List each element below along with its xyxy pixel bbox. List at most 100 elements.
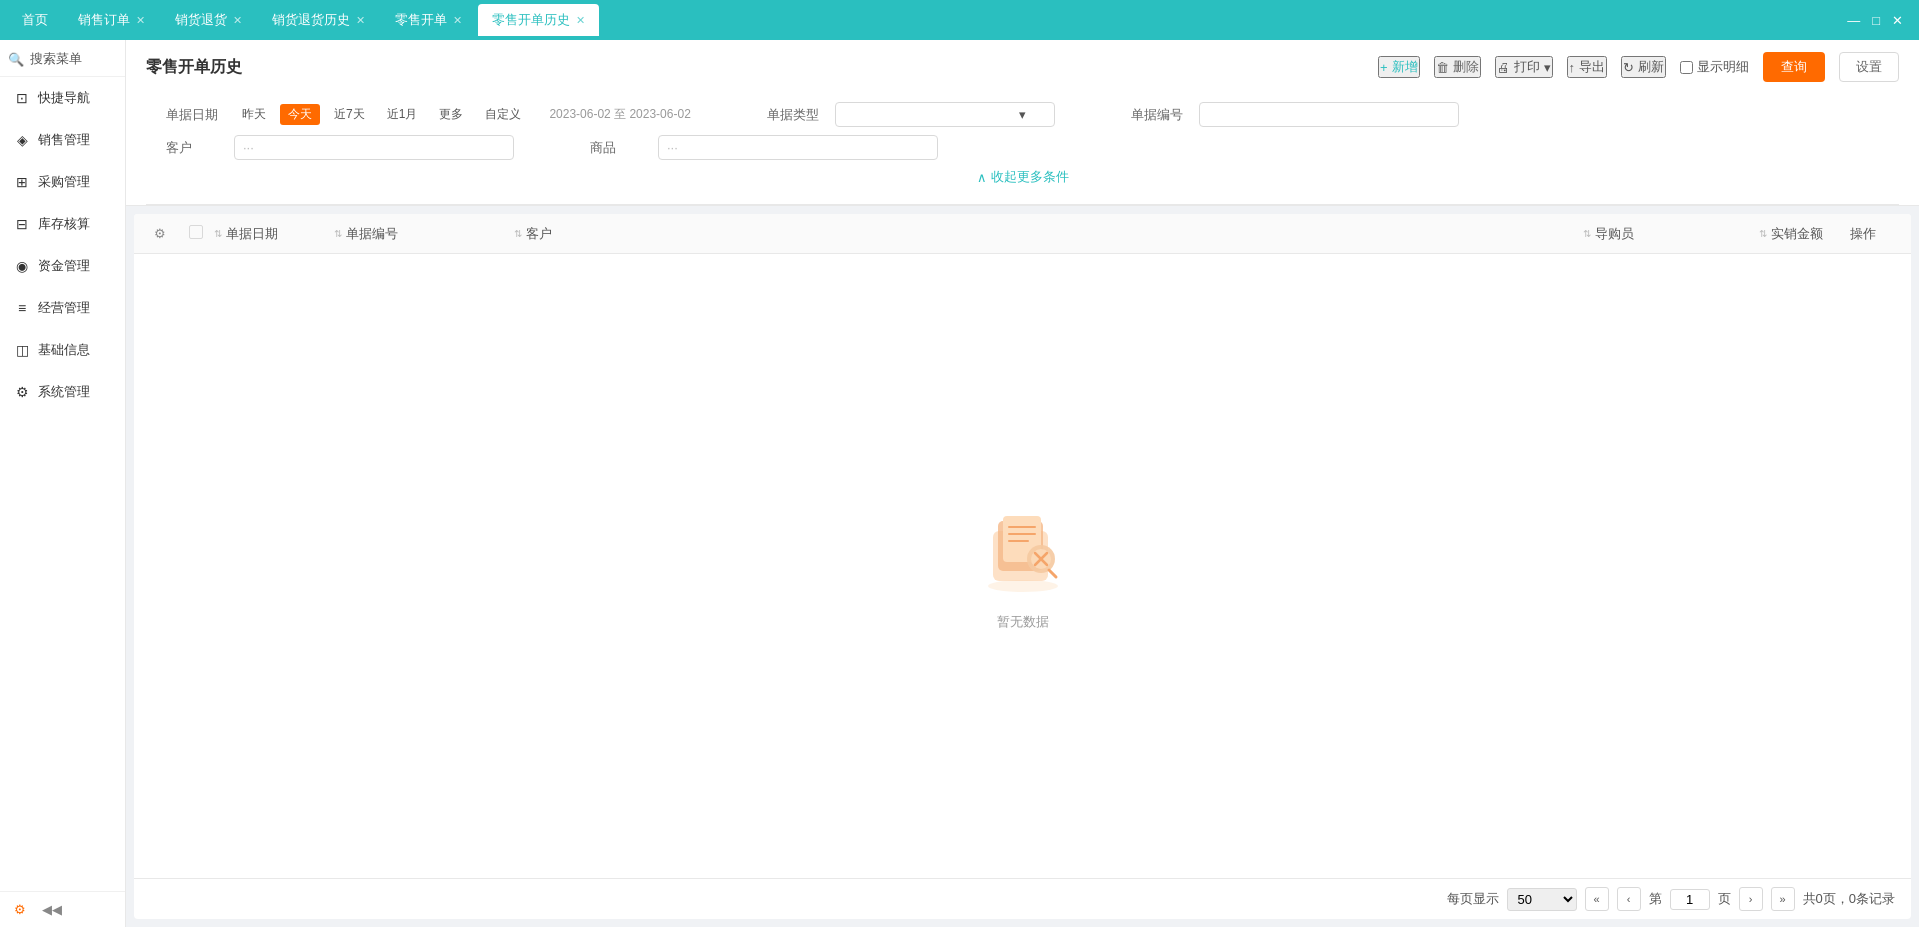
goods-label: 商品: [590, 139, 616, 157]
select-all-checkbox[interactable]: [189, 225, 203, 239]
refresh-button[interactable]: ↻ 刷新: [1621, 56, 1666, 78]
close-tab-return[interactable]: ✕: [233, 14, 242, 27]
collapse-sidebar-icon[interactable]: ◀◀: [42, 902, 62, 917]
sidebar-item-finance[interactable]: ◉ 资金管理: [0, 245, 125, 287]
filter-row-date: 单据日期 昨天 今天 近7天 近1月 更多 自定义 2023-06-02 至 2…: [166, 102, 1879, 127]
add-button[interactable]: + 新增: [1378, 56, 1420, 78]
setting-button[interactable]: 设置: [1839, 52, 1899, 82]
last-page-button[interactable]: »: [1771, 887, 1795, 911]
page-size-select[interactable]: 50 10 20 100: [1507, 888, 1577, 911]
restore-icon[interactable]: □: [1872, 13, 1880, 28]
sidebar-item-system[interactable]: ⚙ 系统管理: [0, 371, 125, 413]
search-icon: 🔍: [8, 52, 24, 67]
sidebar-item-quicknav[interactable]: ⊡ 快捷导航: [0, 77, 125, 119]
total-info: 共0页，0条记录: [1803, 890, 1895, 908]
system-icon: ⚙: [14, 384, 30, 400]
tab-return-history[interactable]: 销货退货历史 ✕: [258, 4, 379, 36]
svg-point-0: [988, 580, 1058, 592]
sort-icon: ⇅: [1583, 228, 1591, 239]
date-yesterday[interactable]: 昨天: [234, 104, 274, 125]
finance-icon: ◉: [14, 258, 30, 274]
col-select-all[interactable]: [178, 225, 214, 242]
col-date[interactable]: ⇅ 单据日期: [214, 225, 334, 243]
tab-sales-order[interactable]: 销售订单 ✕: [64, 4, 159, 36]
sales-icon: ◈: [14, 132, 30, 148]
prev-page-button[interactable]: ‹: [1617, 887, 1641, 911]
sidebar-item-label: 销售管理: [38, 131, 90, 149]
minimize-icon[interactable]: —: [1847, 13, 1860, 28]
date-custom[interactable]: 自定义: [477, 104, 529, 125]
display-toggle-checkbox[interactable]: [1680, 61, 1693, 74]
page-number-input[interactable]: [1670, 889, 1710, 910]
sidebar-item-label: 基础信息: [38, 341, 90, 359]
date-shortcuts: 昨天 今天 近7天 近1月 更多 自定义: [234, 104, 529, 125]
col-customer[interactable]: ⇅ 客户: [514, 225, 1583, 243]
customer-input[interactable]: ···: [234, 135, 514, 160]
close-tab-return-history[interactable]: ✕: [356, 14, 365, 27]
next-page-button[interactable]: ›: [1739, 887, 1763, 911]
type-select[interactable]: ▾: [835, 102, 1055, 127]
add-icon: +: [1380, 60, 1388, 75]
window-controls: — □ ✕: [1847, 13, 1911, 28]
top-tabbar: + 新增 首页 销售订单 ✕ 销货退货 ✕ 销货退货历史 ✕ 零售开单 ✕ 零售…: [0, 0, 1919, 40]
sidebar-item-label: 经营管理: [38, 299, 90, 317]
toolbar-actions: + 新增 🗑 删除 🖨 打印 ▾ ↑ 导出: [1378, 52, 1899, 82]
page-label-post: 页: [1718, 890, 1731, 908]
window-close-icon[interactable]: ✕: [1892, 13, 1903, 28]
col-settings[interactable]: ⚙: [142, 226, 178, 241]
date-more[interactable]: 更多: [431, 104, 471, 125]
quicknav-icon: ⊡: [14, 90, 30, 106]
number-input[interactable]: [1199, 102, 1459, 127]
close-tab-retail-order[interactable]: ✕: [453, 14, 462, 27]
export-icon: ↑: [1569, 60, 1576, 75]
sidebar-item-label: 资金管理: [38, 257, 90, 275]
sidebar-search-label: 搜索菜单: [30, 50, 82, 68]
collapse-icon: ∧: [977, 170, 987, 185]
tab-retail-order[interactable]: 零售开单 ✕: [381, 4, 476, 36]
print-button[interactable]: 🖨 打印 ▾: [1495, 56, 1553, 78]
col-action: 操作: [1823, 225, 1903, 243]
sort-icon: ⇅: [334, 228, 342, 239]
tab-home[interactable]: + 新增 首页: [8, 4, 62, 36]
goods-input[interactable]: ···: [658, 135, 938, 160]
settings-icon[interactable]: ⚙: [14, 902, 26, 917]
refresh-icon: ↻: [1623, 60, 1634, 75]
sort-icon: ⇅: [214, 228, 222, 239]
col-guide[interactable]: ⇅ 导购员: [1583, 225, 1703, 243]
col-number[interactable]: ⇅ 单据编号: [334, 225, 514, 243]
sidebar-item-purchase[interactable]: ⊞ 采购管理: [0, 161, 125, 203]
tab-return[interactable]: 销货退货 ✕: [161, 4, 256, 36]
tab-retail-order-history[interactable]: 零售开单历史 ✕: [478, 4, 599, 36]
close-tab-retail-order-history[interactable]: ✕: [576, 14, 585, 27]
page-size-label: 每页显示: [1447, 890, 1499, 908]
date-7days[interactable]: 近7天: [326, 104, 373, 125]
sidebar-search[interactable]: 🔍 搜索菜单: [0, 40, 125, 77]
date-range-text: 2023-06-02 至 2023-06-02: [549, 106, 690, 123]
sidebar-bottom: ⚙ ◀◀: [0, 891, 125, 927]
col-amount[interactable]: ⇅ 实销金额: [1703, 225, 1823, 243]
content-area: 零售开单历史 + 新增 🗑 删除 🖨 打印 ▾: [126, 40, 1919, 927]
export-button[interactable]: ↑ 导出: [1567, 56, 1608, 78]
sidebar-item-sales[interactable]: ◈ 销售管理: [0, 119, 125, 161]
display-toggle[interactable]: 显示明细: [1680, 58, 1749, 76]
purchase-icon: ⊞: [14, 174, 30, 190]
date-label: 单据日期: [166, 106, 218, 124]
page-header: 零售开单历史 + 新增 🗑 删除 🖨 打印 ▾: [126, 40, 1919, 206]
collapse-button[interactable]: ∧ 收起更多条件: [977, 168, 1069, 186]
basics-icon: ◫: [14, 342, 30, 358]
page-title: 零售开单历史: [146, 57, 242, 78]
sidebar-item-operations[interactable]: ≡ 经营管理: [0, 287, 125, 329]
delete-button[interactable]: 🗑 删除: [1434, 56, 1481, 78]
date-today[interactable]: 今天: [280, 104, 320, 125]
sidebar-item-label: 采购管理: [38, 173, 90, 191]
close-tab-sales-order[interactable]: ✕: [136, 14, 145, 27]
sidebar-item-basics[interactable]: ◫ 基础信息: [0, 329, 125, 371]
date-1month[interactable]: 近1月: [379, 104, 426, 125]
empty-text: 暂无数据: [997, 613, 1049, 631]
sidebar-menu: ⊡ 快捷导航 ◈ 销售管理 ⊞ 采购管理 ⊟ 库存核算 ◉ 资金管理 ≡ 经营管…: [0, 77, 125, 891]
sidebar: 🔍 搜索菜单 ⊡ 快捷导航 ◈ 销售管理 ⊞ 采购管理 ⊟ 库存核算 ◉ 资金管: [0, 40, 126, 927]
sidebar-item-inventory[interactable]: ⊟ 库存核算: [0, 203, 125, 245]
first-page-button[interactable]: «: [1585, 887, 1609, 911]
filter-collapse-row: ∧ 收起更多条件: [166, 168, 1879, 186]
query-button[interactable]: 查询: [1763, 52, 1825, 82]
